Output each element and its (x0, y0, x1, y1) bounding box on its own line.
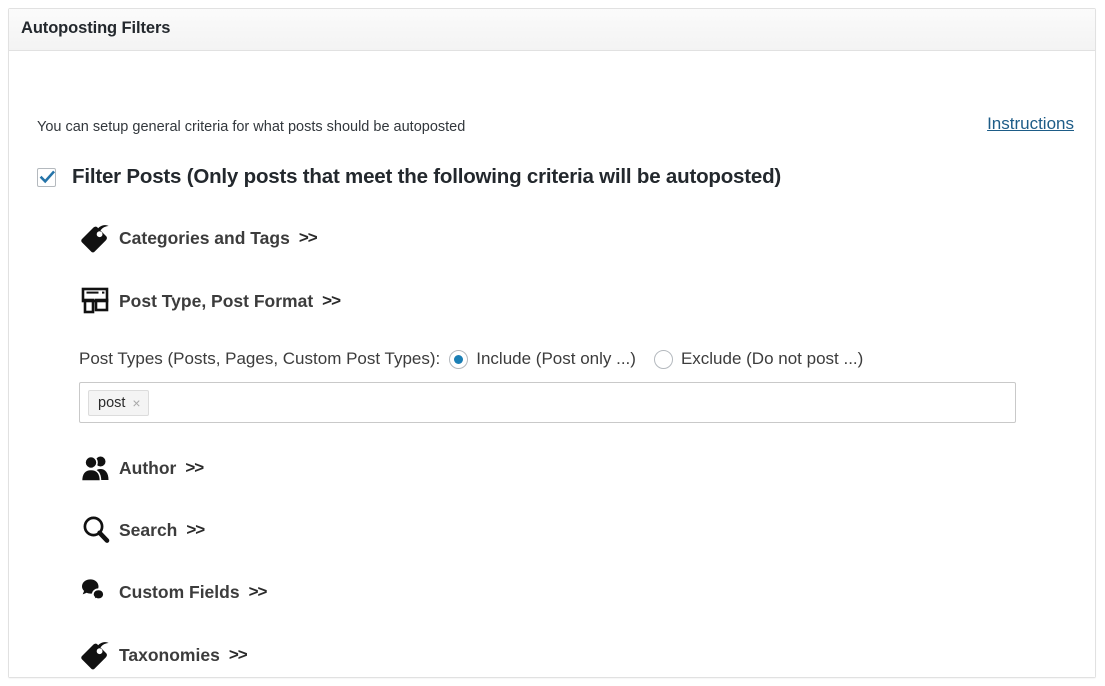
filter-posts-row: Filter Posts (Only posts that meet the f… (37, 165, 781, 189)
section-categories-and-tags[interactable]: Categories and Tags >> (79, 221, 318, 255)
chevron-right-icon: >> (185, 458, 204, 477)
radio-option-include[interactable]: Include (Post only ...) (449, 349, 636, 369)
panel-body: You can setup general criteria for what … (9, 51, 1095, 677)
section-author[interactable]: Author >> (79, 451, 204, 485)
chevron-right-icon: >> (228, 645, 248, 664)
section-post-type-post-format[interactable]: Post Type, Post Format >> (79, 284, 341, 318)
comments-icon (79, 575, 113, 609)
checkmark-icon (39, 170, 56, 183)
post-types-label: Post Types (Posts, Pages, Custom Post Ty… (79, 349, 441, 368)
tag-icon (79, 638, 113, 672)
section-label: Author (119, 457, 177, 478)
radio-exclude-input[interactable] (653, 349, 673, 369)
radio-exclude-label: Exclude (Do not post ...) (680, 349, 864, 368)
radio-include-input[interactable] (449, 349, 469, 369)
instructions-link[interactable]: Instructions (987, 114, 1074, 134)
radio-option-exclude[interactable]: Exclude (Do not post ...) (653, 349, 864, 369)
section-search[interactable]: Search >> (79, 513, 205, 547)
page-title: Autoposting Filters (21, 19, 171, 37)
tag-icon (79, 221, 113, 255)
search-icon (79, 513, 113, 547)
filter-posts-label: Filter Posts (Only posts that meet the f… (72, 165, 782, 188)
chevron-right-icon: >> (248, 582, 268, 601)
panel-header: Autoposting Filters (9, 9, 1095, 51)
post-types-radio-group: Include (Post only ...) Exclude (Do not … (449, 349, 863, 369)
filter-posts-checkbox[interactable] (37, 167, 56, 187)
chip-post[interactable]: post × (88, 389, 149, 416)
post-types-row: Post Types (Posts, Pages, Custom Post Ty… (79, 349, 863, 369)
chip-label: post (98, 394, 126, 411)
section-label: Search (119, 519, 178, 540)
section-custom-fields[interactable]: Custom Fields >> (79, 575, 268, 609)
section-taxonomies[interactable]: Taxonomies >> (79, 638, 248, 672)
section-label: Post Type, Post Format (119, 290, 314, 311)
section-label: Custom Fields (119, 581, 240, 602)
users-icon (79, 451, 113, 485)
section-label: Taxonomies (119, 644, 220, 665)
chevron-right-icon: >> (322, 291, 341, 310)
screenshot-root: Autoposting Filters You can setup genera… (0, 0, 1105, 686)
post-types-input[interactable]: post × (79, 382, 1016, 423)
layout-icon (79, 284, 113, 318)
chevron-right-icon: >> (186, 520, 205, 539)
radio-include-label: Include (Post only ...) (476, 349, 636, 368)
autoposting-filters-panel: Autoposting Filters You can setup genera… (8, 8, 1096, 678)
intro-description: You can setup general criteria for what … (37, 119, 466, 135)
close-icon[interactable]: × (132, 396, 140, 410)
chevron-right-icon: >> (298, 228, 318, 247)
section-label: Categories and Tags (119, 227, 290, 248)
